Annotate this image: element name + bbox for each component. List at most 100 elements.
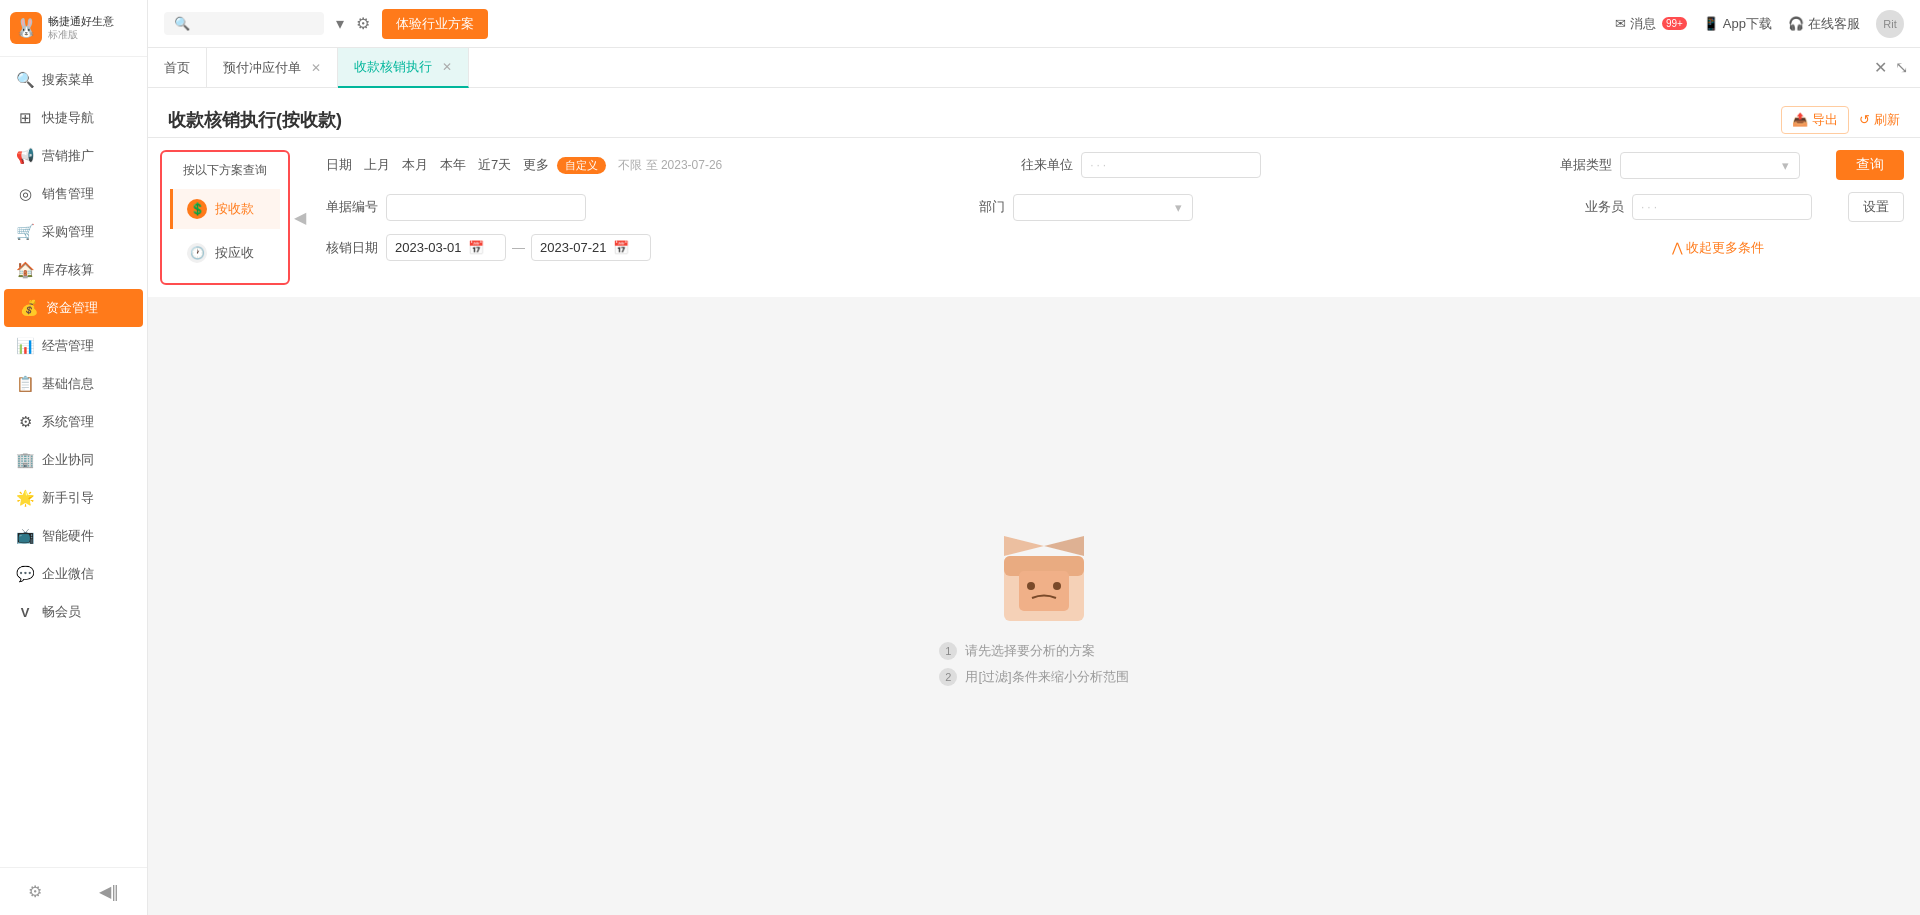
tab-prepay-offset[interactable]: 预付冲应付单 ✕ bbox=[207, 48, 338, 88]
system-icon: ⚙ bbox=[16, 413, 34, 431]
date-preset-this-year[interactable]: 本年 bbox=[436, 154, 470, 176]
offset-date-end-input[interactable]: 2023-07-21 📅 bbox=[531, 234, 651, 261]
receipt-tab-label: 收款核销执行 bbox=[354, 58, 432, 76]
header-search-bar[interactable]: 🔍 bbox=[164, 12, 324, 35]
receipt-tab-close-icon[interactable]: ✕ bbox=[442, 60, 452, 74]
hint-text-2: 用[过滤]条件来缩小分析范围 bbox=[965, 668, 1128, 686]
counterparty-input[interactable]: ··· bbox=[1081, 152, 1261, 178]
sidebar-item-basic-info[interactable]: 📋 基础信息 bbox=[0, 365, 147, 403]
sidebar-collapse-icon[interactable]: ◀‖ bbox=[95, 878, 123, 905]
hint-num-1: 1 bbox=[939, 642, 957, 660]
calendar-end-icon: 📅 bbox=[613, 240, 629, 255]
sidebar-item-system[interactable]: ⚙ 系统管理 bbox=[0, 403, 147, 441]
tab-close-all-icon[interactable]: ✕ bbox=[1874, 58, 1887, 77]
tab-expand-icon[interactable]: ⤡ bbox=[1895, 58, 1908, 77]
counterparty-field-group: 往来单位 ··· bbox=[1021, 152, 1261, 178]
date-preset-7days[interactable]: 近7天 bbox=[474, 154, 515, 176]
sidebar-item-operations[interactable]: 📊 经营管理 bbox=[0, 327, 147, 365]
sidebar-item-label: 采购管理 bbox=[42, 223, 94, 241]
date-preset-more[interactable]: 更多 bbox=[519, 154, 553, 176]
sidebar-item-guide[interactable]: 🌟 新手引导 bbox=[0, 479, 147, 517]
logo-icon: 🐰 bbox=[10, 12, 42, 44]
docno-input[interactable] bbox=[386, 194, 586, 221]
sidebar-item-member[interactable]: V 畅会员 bbox=[0, 593, 147, 631]
sidebar-item-label: 营销推广 bbox=[42, 147, 94, 165]
tab-home[interactable]: 首页 bbox=[148, 48, 207, 88]
enterprise-icon: 🏢 bbox=[16, 451, 34, 469]
app-download-btn[interactable]: 📱 App下载 bbox=[1703, 15, 1772, 33]
online-service-btn[interactable]: 🎧 在线客服 bbox=[1788, 15, 1860, 33]
sidebar-item-wechat[interactable]: 💬 企业微信 bbox=[0, 555, 147, 593]
tab-bar: 首页 预付冲应付单 ✕ 收款核销执行 ✕ ✕ ⤡ bbox=[148, 48, 1920, 88]
sidebar-item-sales[interactable]: ◎ 销售管理 bbox=[0, 175, 147, 213]
settings-button[interactable]: 设置 bbox=[1848, 192, 1904, 222]
search-icon: 🔍 bbox=[174, 16, 190, 31]
action-col: 查询 bbox=[1836, 150, 1904, 180]
export-icon: 📤 bbox=[1792, 112, 1808, 127]
prepay-tab-close-icon[interactable]: ✕ bbox=[311, 61, 321, 75]
date-preset-this-month[interactable]: 本月 bbox=[398, 154, 432, 176]
filter-type-box: 按以下方案查询 💲 按收款 🕐 按应收 bbox=[160, 150, 290, 285]
sidebar-item-search-menu[interactable]: 🔍 搜索菜单 bbox=[0, 61, 147, 99]
online-service-label: 在线客服 bbox=[1808, 15, 1860, 33]
receivable-type-icon: 🕐 bbox=[187, 243, 207, 263]
finance-icon: 💰 bbox=[20, 299, 38, 317]
page-header: 收款核销执行(按收款) 📤 导出 ↺ 刷新 bbox=[148, 88, 1920, 138]
offset-date-start-input[interactable]: 2023-03-01 📅 bbox=[386, 234, 506, 261]
filter-type-by-receipt[interactable]: 💲 按收款 bbox=[170, 189, 280, 229]
page-title: 收款核销执行(按收款) bbox=[168, 108, 342, 132]
docno-label: 单据编号 bbox=[326, 198, 378, 216]
sidebar-item-marketing[interactable]: 📢 营销推广 bbox=[0, 137, 147, 175]
quick-nav-icon: ⊞ bbox=[16, 109, 34, 127]
doctype-select[interactable]: ▾ bbox=[1620, 152, 1800, 179]
purchase-icon: 🛒 bbox=[16, 223, 34, 241]
staff-input[interactable]: ··· bbox=[1632, 194, 1812, 220]
sidebar-item-label: 经营管理 bbox=[42, 337, 94, 355]
query-button[interactable]: 查询 bbox=[1836, 150, 1904, 180]
dept-field-group: 部门 ▾ bbox=[979, 194, 1193, 221]
sidebar-item-finance[interactable]: 💰 资金管理 bbox=[4, 289, 143, 327]
sidebar-item-purchase[interactable]: 🛒 采购管理 bbox=[0, 213, 147, 251]
sidebar-item-inventory[interactable]: 🏠 库存核算 bbox=[0, 251, 147, 289]
sidebar-item-hardware[interactable]: 📺 智能硬件 bbox=[0, 517, 147, 555]
svg-point-4 bbox=[1053, 582, 1061, 590]
header-settings-icon[interactable]: ⚙ bbox=[356, 14, 370, 33]
industry-solution-button[interactable]: 体验行业方案 bbox=[382, 9, 488, 39]
sidebar-item-label: 搜索菜单 bbox=[42, 71, 94, 89]
header-actions: ✉ 消息 99+ 📱 App下载 🎧 在线客服 Rit bbox=[1615, 10, 1904, 38]
sidebar-bottom: ⚙ ◀‖ bbox=[0, 867, 147, 915]
tab-receipt-offset[interactable]: 收款核销执行 ✕ bbox=[338, 48, 469, 88]
sidebar-item-quick-nav[interactable]: ⊞ 快捷导航 bbox=[0, 99, 147, 137]
sidebar-item-label: 资金管理 bbox=[46, 299, 98, 317]
operations-icon: 📊 bbox=[16, 337, 34, 355]
collapse-btn[interactable]: ⋀ 收起更多条件 bbox=[1672, 239, 1764, 257]
staff-dots-icon: ··· bbox=[1641, 200, 1660, 214]
message-btn[interactable]: ✉ 消息 99+ bbox=[1615, 15, 1687, 33]
guide-icon: 🌟 bbox=[16, 489, 34, 507]
message-badge: 99+ bbox=[1662, 17, 1687, 30]
staff-field-group: 业务员 ··· bbox=[1585, 194, 1812, 220]
doctype-field-group: 单据类型 ▾ bbox=[1560, 152, 1800, 179]
filter-type-by-receivable-label: 按应收 bbox=[215, 244, 254, 262]
svg-point-3 bbox=[1027, 582, 1035, 590]
user-avatar[interactable]: Rit bbox=[1876, 10, 1904, 38]
export-button[interactable]: 📤 导出 bbox=[1781, 106, 1849, 134]
header-gear-icon[interactable]: ▾ bbox=[336, 14, 344, 33]
custom-tag[interactable]: 自定义 bbox=[557, 157, 606, 174]
offset-date-range: 2023-03-01 📅 — 2023-07-21 📅 bbox=[386, 234, 651, 261]
basic-info-icon: 📋 bbox=[16, 375, 34, 393]
date-range-separator: — bbox=[512, 240, 525, 255]
sidebar-item-enterprise[interactable]: 🏢 企业协同 bbox=[0, 441, 147, 479]
dept-select[interactable]: ▾ bbox=[1013, 194, 1193, 221]
offset-date-end-value: 2023-07-21 bbox=[540, 240, 607, 255]
prepay-tab-label: 预付冲应付单 bbox=[223, 59, 301, 77]
marketing-icon: 📢 bbox=[16, 147, 34, 165]
panel-toggle-icon[interactable]: ◀ bbox=[290, 138, 310, 297]
sidebar-settings-icon[interactable]: ⚙ bbox=[24, 878, 46, 905]
offset-date-field-group: 核销日期 2023-03-01 📅 — 2023-07-21 📅 bbox=[326, 234, 651, 261]
refresh-button[interactable]: ↺ 刷新 bbox=[1859, 111, 1900, 129]
filter-type-by-receivable[interactable]: 🕐 按应收 bbox=[170, 233, 280, 273]
date-preset-last-month[interactable]: 上月 bbox=[360, 154, 394, 176]
right-panel: 1 请先选择要分析的方案 2 用[过滤]条件来缩小分析范围 bbox=[148, 297, 1920, 915]
filter-type-by-receipt-label: 按收款 bbox=[215, 200, 254, 218]
